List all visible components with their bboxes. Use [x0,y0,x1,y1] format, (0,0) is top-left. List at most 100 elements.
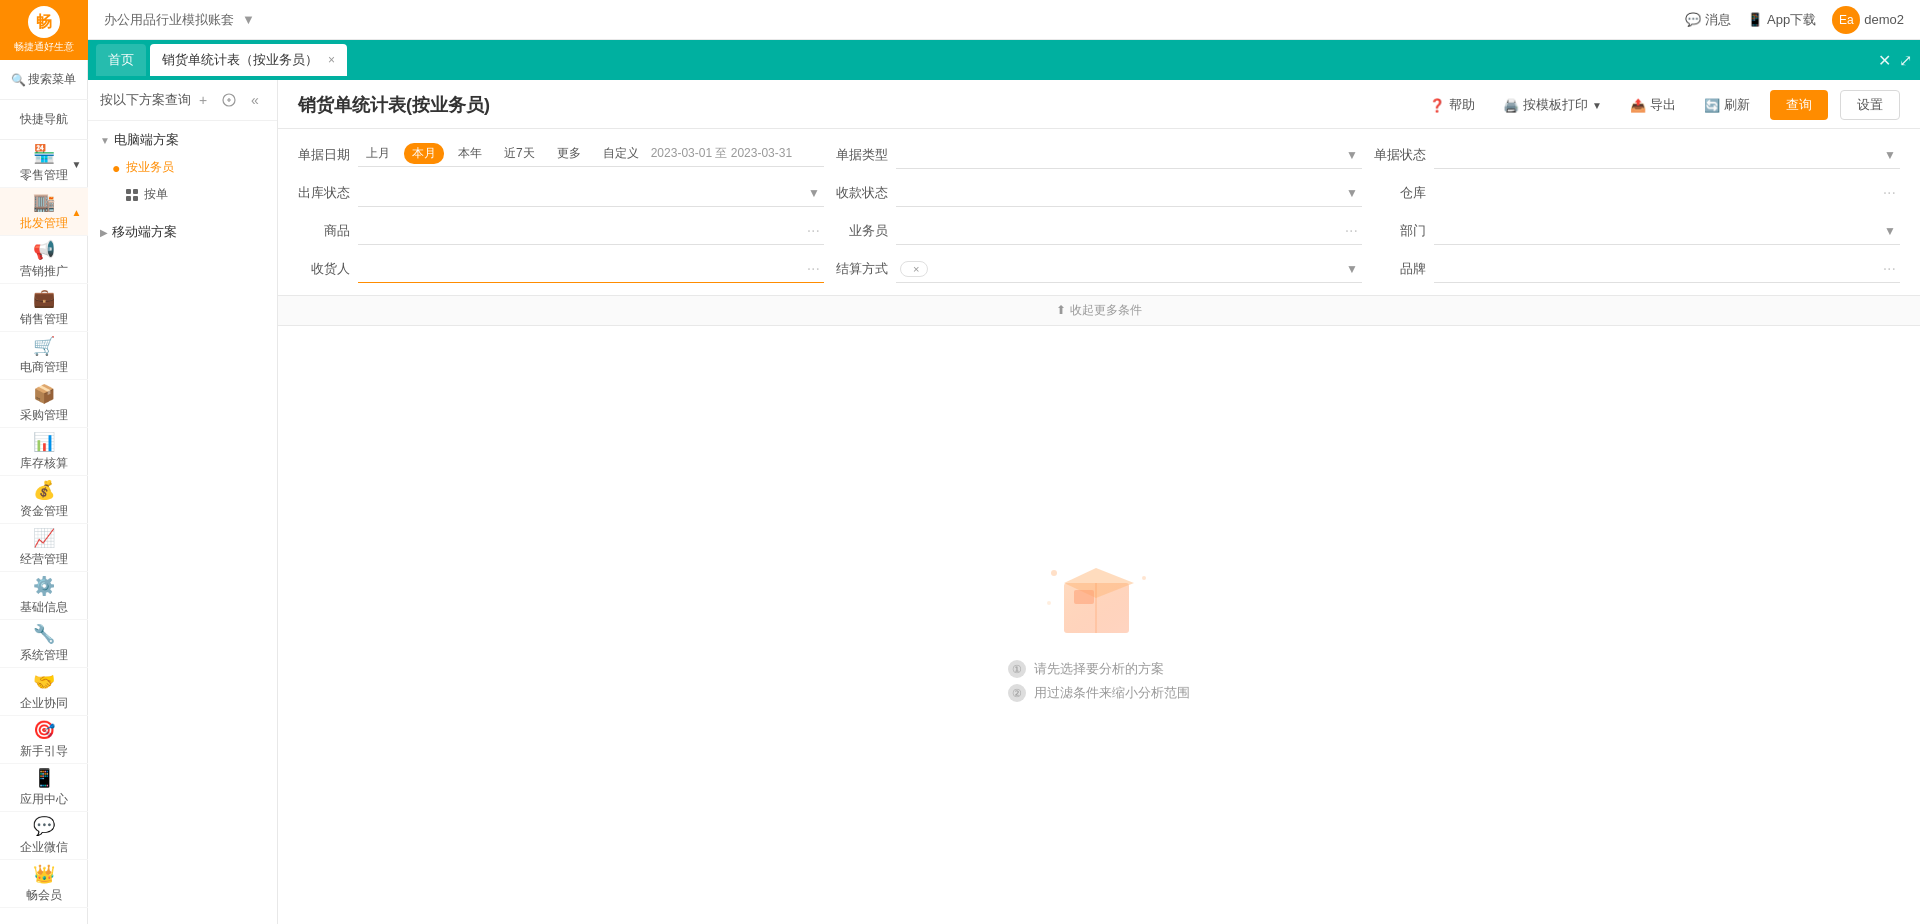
hint-num-1: ① [1008,660,1026,678]
add-scheme-btn[interactable]: + [193,90,213,110]
warehouse-input[interactable]: ··· [1434,179,1900,207]
grid-icon [124,187,140,203]
brand-input[interactable]: ··· [1434,255,1900,283]
sidebar-item-sales[interactable]: 💼 销售管理 [0,284,88,332]
sidebar-item-collab[interactable]: 🤝 企业协同 [0,668,88,716]
svg-rect-3 [126,196,131,201]
sidebar-item-system[interactable]: 🔧 系统管理 [0,620,88,668]
filter-goods: 商品 ··· [298,217,824,245]
sidebar-item-retail[interactable]: 🏪 零售管理 ▼ [0,140,88,188]
sidebar-item-basic[interactable]: ⚙️ 基础信息 [0,572,88,620]
hint-text-1: 请先选择要分析的方案 [1034,660,1164,678]
filter-row-2: 出库状态 ▼ 收款状态 ▼ [298,179,1900,207]
wholesale-icon: 🏬 [33,191,55,213]
goods-more-icon[interactable]: ··· [803,222,824,240]
sidebar-item-label: 应用中心 [20,791,68,808]
scheme-group-mobile-header[interactable]: ▶ 移动端方案 [88,219,277,245]
salesperson-more-icon[interactable]: ··· [1341,222,1362,240]
scheme-group-mobile: ▶ 移动端方案 [88,213,277,251]
tag-close-icon[interactable]: × [913,263,919,275]
message-action[interactable]: 💬 消息 [1685,11,1731,29]
tab-sales-stats[interactable]: 销货单统计表（按业务员） × [150,44,347,76]
svg-rect-6 [1074,590,1094,604]
date-range: 2023-03-01 至 2023-03-31 [651,145,792,162]
more-icon[interactable]: ··· [1879,184,1900,202]
header-left: 办公用品行业模拟账套 ▼ [104,11,255,29]
payment-status-dropdown[interactable]: ▼ [896,179,1362,207]
sidebar-item-label: 企业协同 [20,695,68,712]
empty-state: ① 请先选择要分析的方案 ② 用过滤条件来缩小分析范围 [278,326,1920,924]
doc-status-dropdown[interactable]: ▼ [1434,141,1900,169]
logo[interactable]: 畅 畅捷通好生意 [0,0,88,60]
export-label: 导出 [1650,96,1676,114]
scheme-group-pc-header[interactable]: ▼ 电脑端方案 [88,127,277,153]
collapse-bar[interactable]: ⬆ 收起更多条件 [278,296,1920,326]
quick-nav[interactable]: 快捷导航 [0,100,88,140]
brand-label: 品牌 [1374,260,1434,278]
dropdown-icon[interactable]: ▼ [242,12,255,27]
print-btn[interactable]: 🖨️ 按模板打印 ▼ [1495,92,1610,118]
sidebar-item-purchase[interactable]: 📦 采购管理 [0,380,88,428]
scheme-group-mobile-title: 移动端方案 [112,223,177,241]
sidebar-item-wechat[interactable]: 💬 企业微信 [0,812,88,860]
date-btn-7days[interactable]: 近7天 [496,143,543,164]
filter-out-status: 出库状态 ▼ [298,179,824,207]
guide-icon: 🎯 [33,719,55,741]
help-btn[interactable]: ❓ 帮助 [1421,92,1483,118]
sidebar-search[interactable]: 🔍 搜索菜单 [0,60,88,100]
edit-scheme-btn[interactable] [219,90,239,110]
date-btn-custom[interactable]: 自定义 [595,143,647,164]
sidebar-item-label: 营销推广 [20,263,68,280]
user-name: demo2 [1864,12,1904,27]
out-status-dropdown[interactable]: ▼ [358,179,824,207]
sidebar-item-apps[interactable]: 📱 应用中心 [0,764,88,812]
salesperson-input[interactable]: ··· [896,217,1362,245]
date-btn-current-month[interactable]: 本月 [404,143,444,164]
tab-home[interactable]: 首页 [96,44,146,76]
sub-scheme-by-doc[interactable]: 按单 [88,182,277,207]
sidebar-item-finance[interactable]: 💰 资金管理 [0,476,88,524]
scheme-by-salesperson[interactable]: ● 按业务员 [88,153,277,182]
query-btn[interactable]: 查询 [1770,90,1828,120]
date-btn-last-month[interactable]: 上月 [358,143,398,164]
question-icon: ❓ [1429,98,1445,113]
receiver-input[interactable]: ··· [358,255,824,283]
doc-type-dropdown[interactable]: ▼ [896,141,1362,169]
operations-icon: 📈 [33,527,55,549]
maximize-btn[interactable]: ⤢ [1899,51,1912,70]
user-action[interactable]: Ea demo2 [1832,6,1904,34]
department-dropdown[interactable]: ▼ [1434,217,1900,245]
sidebar-item-operations[interactable]: 📈 经营管理 [0,524,88,572]
close-tab-btn[interactable]: ✕ [1878,51,1891,70]
sidebar-item-inventory[interactable]: 📊 库存核算 [0,428,88,476]
receiver-label: 收货人 [298,260,358,278]
tab-close-btn[interactable]: × [328,53,335,67]
retail-icon: 🏪 [33,143,55,165]
sidebar-item-label: 电商管理 [20,359,68,376]
receiver-more-icon[interactable]: ··· [803,260,824,278]
app-download-action[interactable]: 📱 App下载 [1747,11,1816,29]
hint-num-2: ② [1008,684,1026,702]
expand-arrow-icon: ▼ [100,135,110,146]
chevron-up-icon: ▲ [72,206,82,217]
date-btn-more[interactable]: 更多 [549,143,589,164]
home-tab-label: 首页 [108,51,134,69]
hint-text-2: 用过滤条件来缩小分析范围 [1034,684,1190,702]
sidebar-item-marketing[interactable]: 📢 营销推广 [0,236,88,284]
export-btn[interactable]: 📤 导出 [1622,92,1684,118]
sidebar: 畅 畅捷通好生意 🔍 搜索菜单 快捷导航 🏪 零售管理 ▼ 🏬 批发管理 ▲ 📢 [0,0,88,924]
setting-btn[interactable]: 设置 [1840,90,1900,120]
date-label: 单据日期 [298,146,358,164]
left-panel-actions: + « [193,90,265,110]
filter-salesperson: 业务员 ··· [836,217,1362,245]
sidebar-item-guide[interactable]: 🎯 新手引导 [0,716,88,764]
settlement-dropdown[interactable]: × ▼ [896,255,1362,283]
refresh-btn[interactable]: 🔄 刷新 [1696,92,1758,118]
sidebar-item-wholesale[interactable]: 🏬 批发管理 ▲ [0,188,88,236]
date-btn-current-year[interactable]: 本年 [450,143,490,164]
sidebar-item-member[interactable]: 👑 畅会员 [0,860,88,908]
brand-more-icon[interactable]: ··· [1879,260,1900,278]
collapse-panel-btn[interactable]: « [245,90,265,110]
goods-input[interactable]: ··· [358,217,824,245]
sidebar-item-ecommerce[interactable]: 🛒 电商管理 [0,332,88,380]
